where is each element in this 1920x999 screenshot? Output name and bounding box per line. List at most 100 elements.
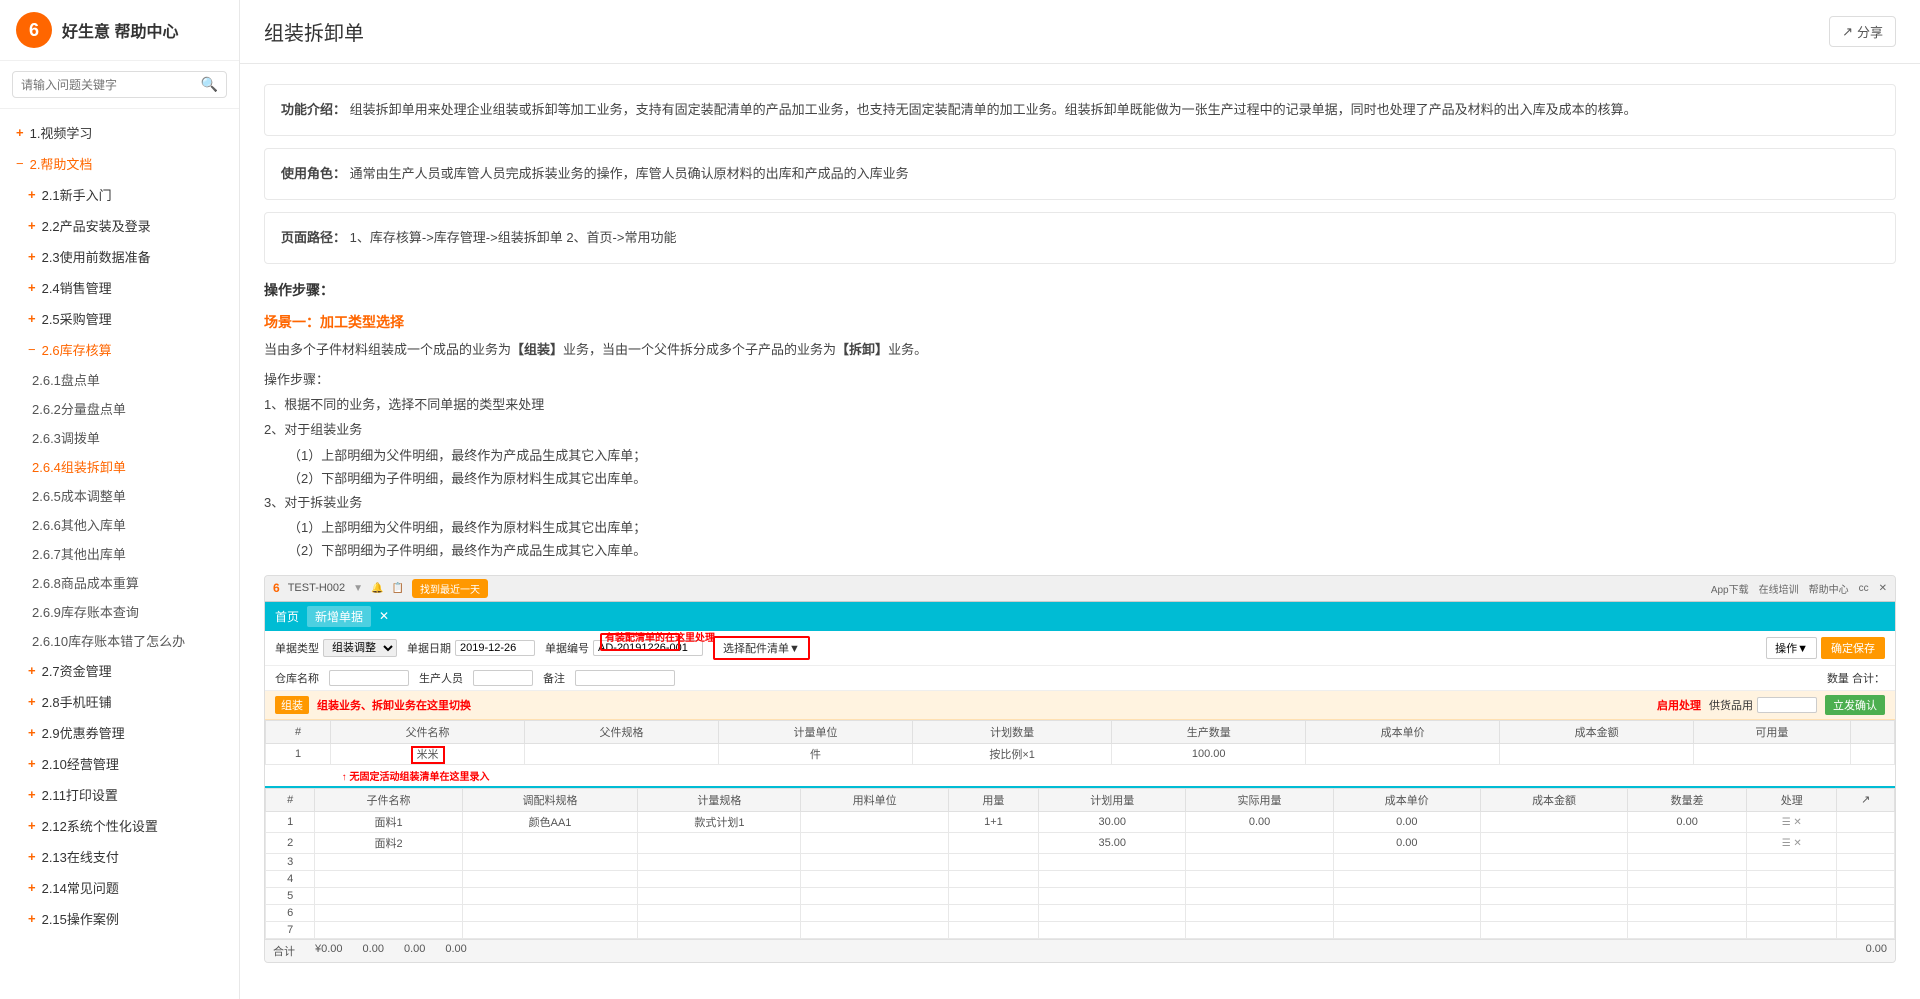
ops-steps: 操作步骤： 1、根据不同的业务，选择不同单据的类型来处理 2、对于组装业务 （1…	[264, 368, 1896, 563]
sidebar-item-2-10[interactable]: + 2.10经营管理	[0, 748, 239, 779]
sidebar-item-2-6-8[interactable]: 2.6.8商品成本重算	[0, 568, 239, 597]
func-intro-block: 功能介绍： 组装拆卸单用来处理企业组装或拆卸等加工业务，支持有固定装配清单的产品…	[264, 84, 1896, 136]
sidebar-item-2-14[interactable]: + 2.14常见问题	[0, 872, 239, 903]
func-intro-text: 组装拆卸单用来处理企业组装或拆卸等加工业务，支持有固定装配清单的产品加工业务，也…	[350, 102, 1637, 117]
sidebar-item-2-6-2[interactable]: 2.6.2分量盘点单	[0, 394, 239, 423]
ss-bom-field: 选择配件清单▼	[713, 636, 810, 660]
ss-form-area: 单据类型 组装调整 单据日期 单据编号 选择配件清单▼	[265, 631, 1895, 666]
page-title: 组装拆卸单	[264, 17, 364, 46]
sidebar-nav: + 1.视频学习 − 2.帮助文档 + 2.1新手入门 + 2.2产品安装及登录…	[0, 109, 239, 999]
sidebar-item-2-15[interactable]: + 2.15操作案例	[0, 903, 239, 934]
ops-step-2: 2、对于组装业务	[264, 418, 1896, 441]
sidebar-item-2-9[interactable]: + 2.9优惠券管理	[0, 717, 239, 748]
screenshot: 6 TEST-H002 ▼ 🔔 📋 找到最近一天 App下载 在线培训 帮助中心…	[264, 575, 1896, 963]
sidebar-item-2-6-5[interactable]: 2.6.5成本调整单	[0, 481, 239, 510]
ss-type-select[interactable]: 组装调整	[323, 639, 397, 657]
brand-name: 好生意 帮助中心	[62, 18, 178, 42]
ss-upper-table-area: # 父件名称 父件规格 计量单位 计划数量 生产数量 成本单价 成本金额 可用量	[265, 720, 1895, 765]
sidebar-item-2-5[interactable]: + 2.5采购管理	[0, 303, 239, 334]
func-intro-label: 功能介绍：	[281, 102, 346, 117]
main-content: 组装拆卸单 ↗ 分享 功能介绍： 组装拆卸单用来处理企业组装或拆卸等加工业务，支…	[240, 0, 1920, 999]
search-input[interactable]	[21, 78, 201, 92]
ss-upper-table: # 父件名称 父件规格 计量单位 计划数量 生产数量 成本单价 成本金额 可用量	[265, 720, 1895, 765]
sidebar-item-2-6-3[interactable]: 2.6.3调拨单	[0, 423, 239, 452]
path-text: 1、库存核算->库存管理->组装拆卸单 2、首页->常用功能	[350, 230, 677, 245]
scene1-title: 场景一：加工类型选择	[264, 312, 1896, 332]
ss-date-field: 单据日期	[407, 640, 535, 656]
ops-section-title: 操作步骤：	[264, 280, 1896, 300]
ops-step-3-1: （1）上部明细为父件明细，最终作为原材料生成其它出库单；	[288, 516, 1896, 539]
table-row: 6	[266, 904, 1895, 921]
sidebar-item-2-6-9[interactable]: 2.6.9库存账本查询	[0, 597, 239, 626]
ss-find-btn[interactable]: 找到最近一天	[412, 579, 488, 598]
sidebar-item-video[interactable]: + 1.视频学习	[0, 117, 239, 148]
annotation-switch-label: 组装业务、拆卸业务在这里切换	[317, 697, 471, 713]
sidebar-item-2-6-7[interactable]: 2.6.7其他出库单	[0, 539, 239, 568]
ss-warehouse-input[interactable]	[329, 670, 409, 686]
logo-icon: 6	[16, 12, 52, 48]
sidebar-item-2-13[interactable]: + 2.13在线支付	[0, 841, 239, 872]
table-row: 1 米米 件 按比例×1 100.00	[266, 743, 1895, 764]
sidebar-item-2-6[interactable]: − 2.6库存核算	[0, 334, 239, 365]
annotation-enable-label: 启用处理	[1657, 697, 1701, 713]
ss-remark-input[interactable]	[575, 670, 675, 686]
sidebar-item-2-2[interactable]: + 2.2产品安装及登录	[0, 210, 239, 241]
search-icon[interactable]: 🔍	[201, 76, 218, 93]
sidebar-item-2-8[interactable]: + 2.8手机旺铺	[0, 686, 239, 717]
ops-step-2-2: （2）下部明细为子件明细，最终作为原材料生成其它出库单。	[288, 467, 1896, 490]
role-label: 使用角色：	[281, 166, 346, 181]
search-box[interactable]: 🔍	[12, 71, 227, 98]
table-row: 4	[266, 870, 1895, 887]
ops-step-1: 1、根据不同的业务，选择不同单据的类型来处理	[264, 393, 1896, 416]
page-header: 组装拆卸单 ↗ 分享	[240, 0, 1920, 64]
table-row: 2 面料2 35.00 0.00 ☰ ✕	[266, 832, 1895, 853]
scene1-desc: 当由多个子件材料组装成一个成品的业务为【组装】业务，当由一个父件拆分成多个子产品…	[264, 338, 1896, 361]
sidebar-item-2-11[interactable]: + 2.11打印设置	[0, 779, 239, 810]
ss-lower-table: # 子件名称 调配料规格 计量规格 用料单位 用量 计划用量 实际用量 成本单价…	[265, 788, 1895, 939]
table-row: 7	[266, 921, 1895, 938]
ss-title-bar: 首页 新增单据 ✕	[265, 602, 1895, 631]
ss-date-input[interactable]	[455, 640, 535, 656]
ss-confirm-btn[interactable]: 立发确认	[1825, 695, 1885, 715]
sidebar-item-docs[interactable]: − 2.帮助文档	[0, 148, 239, 179]
sidebar-item-2-6-6[interactable]: 2.6.6其他入库单	[0, 510, 239, 539]
role-text: 通常由生产人员或库管人员完成拆装业务的操作，库管人员确认原材料的出库和产成品的入…	[350, 166, 909, 181]
content-area: 功能介绍： 组装拆卸单用来处理企业组装或拆卸等加工业务，支持有固定装配清单的产品…	[240, 64, 1920, 999]
ss-lower-table-area: # 子件名称 调配料规格 计量规格 用料单位 用量 计划用量 实际用量 成本单价…	[265, 786, 1895, 939]
ss-worker-input[interactable]	[473, 670, 533, 686]
ss-enable-field: 供货品用	[1709, 697, 1817, 713]
sidebar-item-2-3[interactable]: + 2.3使用前数据准备	[0, 241, 239, 272]
ss-active-tab[interactable]: 新增单据	[307, 606, 371, 627]
ss-app-id: TEST-H002	[288, 582, 345, 594]
ss-save-btn[interactable]: 确定保存	[1821, 637, 1885, 659]
ops-step-label: 操作步骤：	[264, 368, 1896, 391]
path-block: 页面路径： 1、库存核算->库存管理->组装拆卸单 2、首页->常用功能	[264, 212, 1896, 264]
ss-form-row2: 仓库名称 生产人员 备注 数量 合计：	[265, 666, 1895, 691]
annotation-no-bom: ↑ 无固定活动组装清单在这里录入	[265, 765, 1895, 786]
ss-more-btn[interactable]: 操作▼	[1766, 637, 1817, 659]
ss-bom-btn[interactable]: 选择配件清单▼	[713, 636, 810, 660]
sidebar-item-2-12[interactable]: + 2.12系统个性化设置	[0, 810, 239, 841]
share-button[interactable]: ↗ 分享	[1829, 16, 1896, 47]
sidebar-item-2-6-1[interactable]: 2.6.1盘点单	[0, 365, 239, 394]
ss-action-btns: 操作▼ 确定保存	[1766, 637, 1885, 659]
sidebar-item-2-6-10[interactable]: 2.6.10库存账本错了怎么办	[0, 626, 239, 655]
ss-type-field: 单据类型 组装调整	[275, 639, 397, 657]
ss-right-bar: App下载 在线培训 帮助中心 cc ✕	[1711, 581, 1887, 596]
ss-enable-input[interactable]	[1757, 697, 1817, 713]
sidebar-item-2-1[interactable]: + 2.1新手入门	[0, 179, 239, 210]
ss-bottom-bar: 合计 ¥0.00 0.00 0.00 0.00 0.00	[265, 939, 1895, 962]
table-row: 1 面料1 颜色AA1 款式计划1 1+1 30.00 0.00 0.00 0.…	[266, 811, 1895, 832]
sidebar: 6 好生意 帮助中心 🔍 + 1.视频学习 − 2.帮助文档 + 2.1新手入门…	[0, 0, 240, 999]
sidebar-item-2-4[interactable]: + 2.4销售管理	[0, 272, 239, 303]
ops-step-3-2: （2）下部明细为子件明细，最终作为产成品生成其它入库单。	[288, 539, 1896, 562]
search-area: 🔍	[0, 61, 239, 109]
sidebar-item-2-6-4[interactable]: 2.6.4组装拆卸单	[0, 452, 239, 481]
role-block: 使用角色： 通常由生产人员或库管人员完成拆装业务的操作，库管人员确认原材料的出库…	[264, 148, 1896, 200]
ops-step-2-1: （1）上部明细为父件明细，最终作为产成品生成其它入库单；	[288, 444, 1896, 467]
table-row: 3	[266, 853, 1895, 870]
ss-app-logo: 6	[273, 581, 280, 595]
ss-section-bar: 组装 组装业务、拆卸业务在这里切换 启用处理 供货品用 立发确认	[265, 691, 1895, 720]
ops-step-3: 3、对于拆装业务	[264, 491, 1896, 514]
sidebar-item-2-7[interactable]: + 2.7资金管理	[0, 655, 239, 686]
